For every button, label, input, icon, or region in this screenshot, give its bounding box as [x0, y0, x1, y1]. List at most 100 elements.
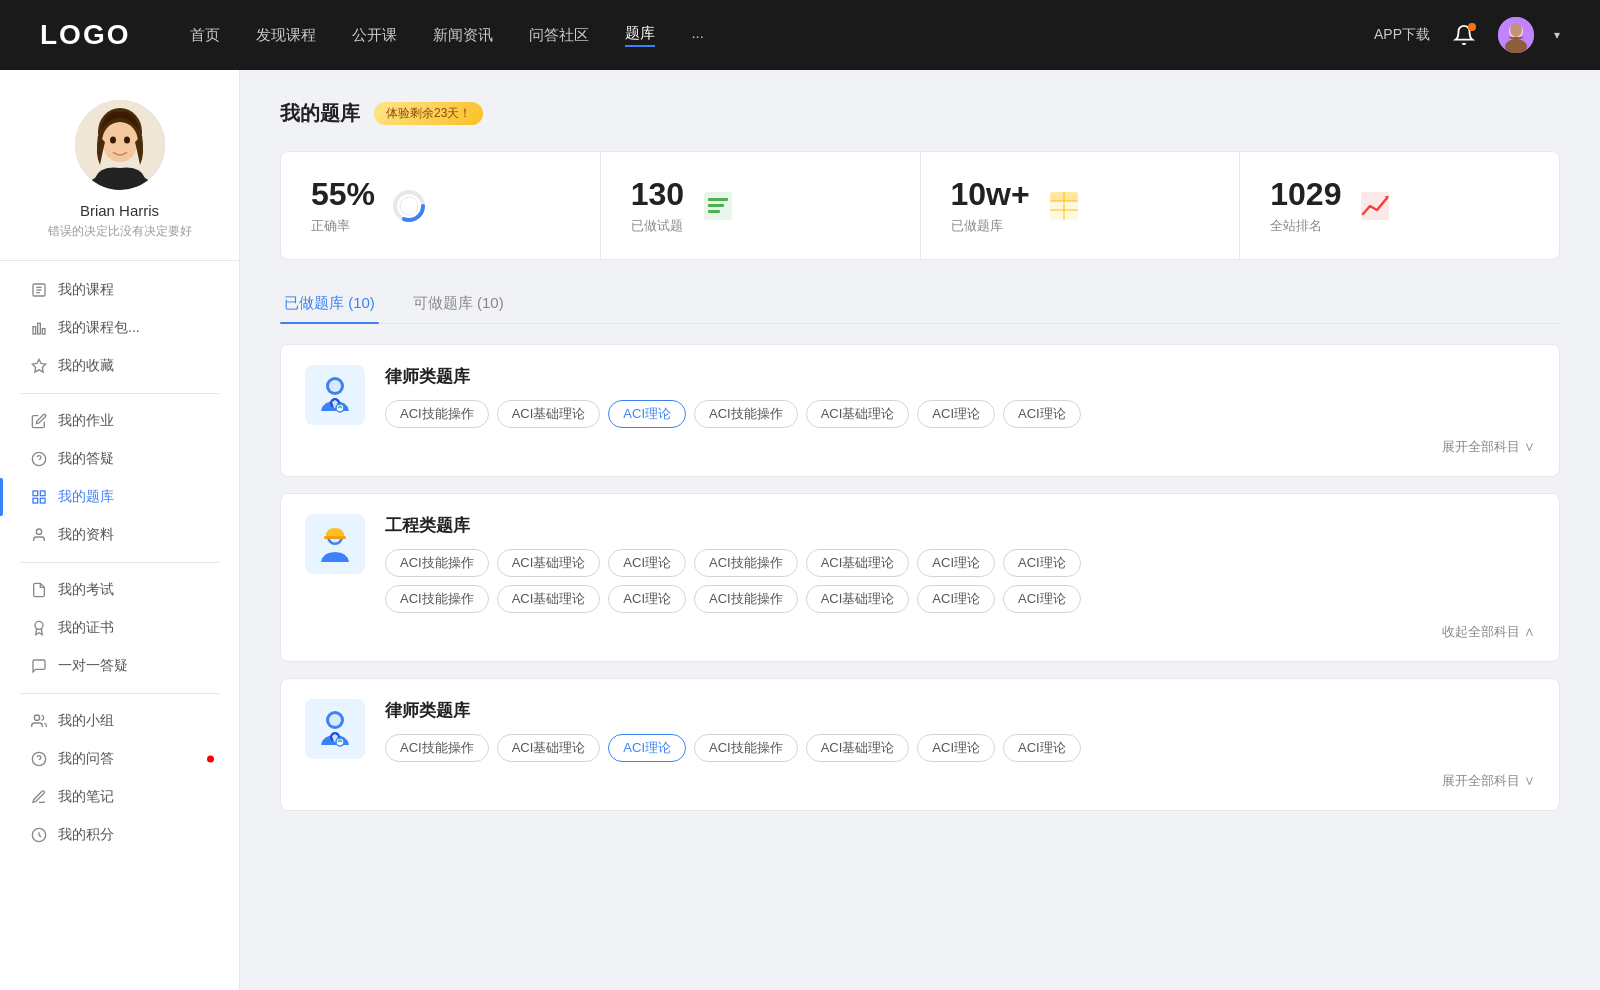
qbank-tag[interactable]: ACI理论	[1003, 549, 1081, 577]
svg-point-6	[102, 122, 138, 162]
stats-row: 55% 正确率 130 已做试题	[280, 151, 1560, 260]
sidebar-item-my-course[interactable]: 我的课程	[0, 271, 239, 309]
qbank-expand-lawyer-2[interactable]: 展开全部科目 ∨	[385, 772, 1535, 790]
sidebar-item-cert[interactable]: 我的证书	[0, 609, 239, 647]
qbank-header-lawyer-1: 律师类题库 ACI技能操作 ACI基础理论 ACI理论 ACI技能操作 ACI基…	[305, 365, 1535, 456]
qbank-card-lawyer-1: 律师类题库 ACI技能操作 ACI基础理论 ACI理论 ACI技能操作 ACI基…	[280, 344, 1560, 477]
svg-rect-15	[42, 329, 45, 334]
qbank-tag[interactable]: ACI技能操作	[694, 549, 798, 577]
sidebar-item-group[interactable]: 我的小组	[0, 702, 239, 740]
qbank-tag-active[interactable]: ACI理论	[608, 400, 686, 428]
qbank-tag[interactable]: ACI理论	[917, 585, 995, 613]
grid-icon	[30, 488, 48, 506]
notes-icon	[30, 788, 48, 806]
avatar	[75, 100, 165, 190]
qbank-tag[interactable]: ACI基础理论	[806, 549, 910, 577]
qbank-tag[interactable]: ACI理论	[1003, 585, 1081, 613]
qbank-tag[interactable]: ACI理论	[1003, 400, 1081, 428]
qbank-tags-lawyer-1: ACI技能操作 ACI基础理论 ACI理论 ACI技能操作 ACI基础理论 AC…	[385, 400, 1535, 428]
sidebar-item-notes[interactable]: 我的笔记	[0, 778, 239, 816]
stat-accuracy-text: 55% 正确率	[311, 176, 375, 235]
qbank-tag[interactable]: ACI技能操作	[694, 585, 798, 613]
notification-bell[interactable]	[1450, 21, 1478, 49]
app-download-button[interactable]: APP下载	[1374, 26, 1430, 44]
qbank-tag[interactable]: ACI技能操作	[385, 585, 489, 613]
page-header: 我的题库 体验剩余23天！	[280, 100, 1560, 127]
engineer-icon	[305, 514, 365, 574]
svg-point-3	[1510, 23, 1522, 37]
qbank-tag[interactable]: ACI技能操作	[385, 549, 489, 577]
qbank-tag[interactable]: ACI技能操作	[385, 400, 489, 428]
sidebar-divider-1	[20, 393, 219, 394]
sidebar-profile: Brian Harris 错误的决定比没有决定要好	[0, 100, 239, 261]
qbank-collapse-engineer[interactable]: 收起全部科目 ∧	[385, 623, 1535, 641]
nav-open-course[interactable]: 公开课	[352, 26, 397, 45]
svg-marker-16	[32, 359, 45, 372]
svg-point-51	[329, 714, 341, 726]
nav-more[interactable]: ···	[691, 27, 704, 44]
nav-qbank[interactable]: 题库	[625, 24, 655, 47]
svg-rect-21	[33, 498, 38, 503]
page-title: 我的题库	[280, 100, 360, 127]
qbank-tag[interactable]: ACI基础理论	[806, 585, 910, 613]
qbank-tag-active[interactable]: ACI理论	[608, 734, 686, 762]
qbank-tag[interactable]: ACI理论	[608, 549, 686, 577]
nav-news[interactable]: 新闻资讯	[433, 26, 493, 45]
nav-home[interactable]: 首页	[190, 26, 220, 45]
nav-qa[interactable]: 问答社区	[529, 26, 589, 45]
sidebar-item-profile[interactable]: 我的资料	[0, 516, 239, 554]
sidebar: Brian Harris 错误的决定比没有决定要好 我的课程 我的课程包...	[0, 70, 240, 990]
qbank-tag[interactable]: ACI理论	[917, 400, 995, 428]
sidebar-item-favorites[interactable]: 我的收藏	[0, 347, 239, 385]
sidebar-item-homework[interactable]: 我的作业	[0, 402, 239, 440]
person-icon	[30, 526, 48, 544]
sidebar-item-points[interactable]: 我的积分	[0, 816, 239, 854]
qbank-tag[interactable]: ACI基础理论	[497, 549, 601, 577]
user-menu-chevron[interactable]: ▾	[1554, 28, 1560, 42]
qbank-tag[interactable]: ACI理论	[917, 734, 995, 762]
nav-courses[interactable]: 发现课程	[256, 26, 316, 45]
svg-point-25	[34, 715, 39, 720]
qbank-tag[interactable]: ACI基础理论	[806, 734, 910, 762]
tab-done[interactable]: 已做题库 (10)	[280, 284, 379, 323]
sidebar-item-course-pack[interactable]: 我的课程包...	[0, 309, 239, 347]
svg-rect-35	[708, 210, 720, 213]
sidebar-item-exam[interactable]: 我的考试	[0, 571, 239, 609]
qbank-tag[interactable]: ACI基础理论	[497, 585, 601, 613]
qbank-tag[interactable]: ACI理论	[917, 549, 995, 577]
file-text-icon	[30, 581, 48, 599]
qbank-tag[interactable]: ACI基础理论	[497, 400, 601, 428]
qbank-tag[interactable]: ACI理论	[1003, 734, 1081, 762]
profile-motto: 错误的决定比没有决定要好	[32, 223, 208, 240]
navbar: LOGO 首页 发现课程 公开课 新闻资讯 问答社区 题库 ··· APP下载	[0, 0, 1600, 70]
qbank-tag[interactable]: ACI基础理论	[497, 734, 601, 762]
stat-done-questions-label: 已做试题	[631, 217, 684, 235]
qbank-content-engineer: 工程类题库 ACI技能操作 ACI基础理论 ACI理论 ACI技能操作 ACI基…	[385, 514, 1535, 641]
sidebar-item-one-on-one[interactable]: 一对一答疑	[0, 647, 239, 685]
sidebar-item-my-qa[interactable]: 我的问答	[0, 740, 239, 778]
sidebar-item-qbank[interactable]: 我的题库	[0, 478, 239, 516]
qbank-name-lawyer-1: 律师类题库	[385, 365, 1535, 388]
qbank-tag[interactable]: ACI技能操作	[694, 400, 798, 428]
qbank-tag[interactable]: ACI基础理论	[806, 400, 910, 428]
qbank-tag[interactable]: ACI技能操作	[385, 734, 489, 762]
qbank-card-engineer: 工程类题库 ACI技能操作 ACI基础理论 ACI理论 ACI技能操作 ACI基…	[280, 493, 1560, 662]
svg-rect-33	[708, 198, 728, 201]
user-avatar[interactable]	[1498, 17, 1534, 53]
nav-menu: 首页 发现课程 公开课 新闻资讯 问答社区 题库 ···	[190, 24, 1374, 47]
stat-accuracy-label: 正确率	[311, 217, 375, 235]
qbank-tag[interactable]: ACI理论	[608, 585, 686, 613]
trend-stat-icon	[1357, 188, 1393, 224]
bar-chart-icon	[30, 319, 48, 337]
navbar-right: APP下载 ▾	[1374, 17, 1560, 53]
qbank-card-lawyer-2: 律师类题库 ACI技能操作 ACI基础理论 ACI理论 ACI技能操作 ACI基…	[280, 678, 1560, 811]
qbank-expand-lawyer-1[interactable]: 展开全部科目 ∨	[385, 438, 1535, 456]
stat-accuracy: 55% 正确率	[281, 152, 601, 259]
stat-done-banks-label: 已做题库	[951, 217, 1030, 235]
message-icon	[30, 657, 48, 675]
tab-available[interactable]: 可做题库 (10)	[409, 284, 508, 323]
qbank-tag[interactable]: ACI技能操作	[694, 734, 798, 762]
sidebar-item-qa[interactable]: 我的答疑	[0, 440, 239, 478]
tabs: 已做题库 (10) 可做题库 (10)	[280, 284, 1560, 324]
svg-point-31	[400, 197, 418, 215]
